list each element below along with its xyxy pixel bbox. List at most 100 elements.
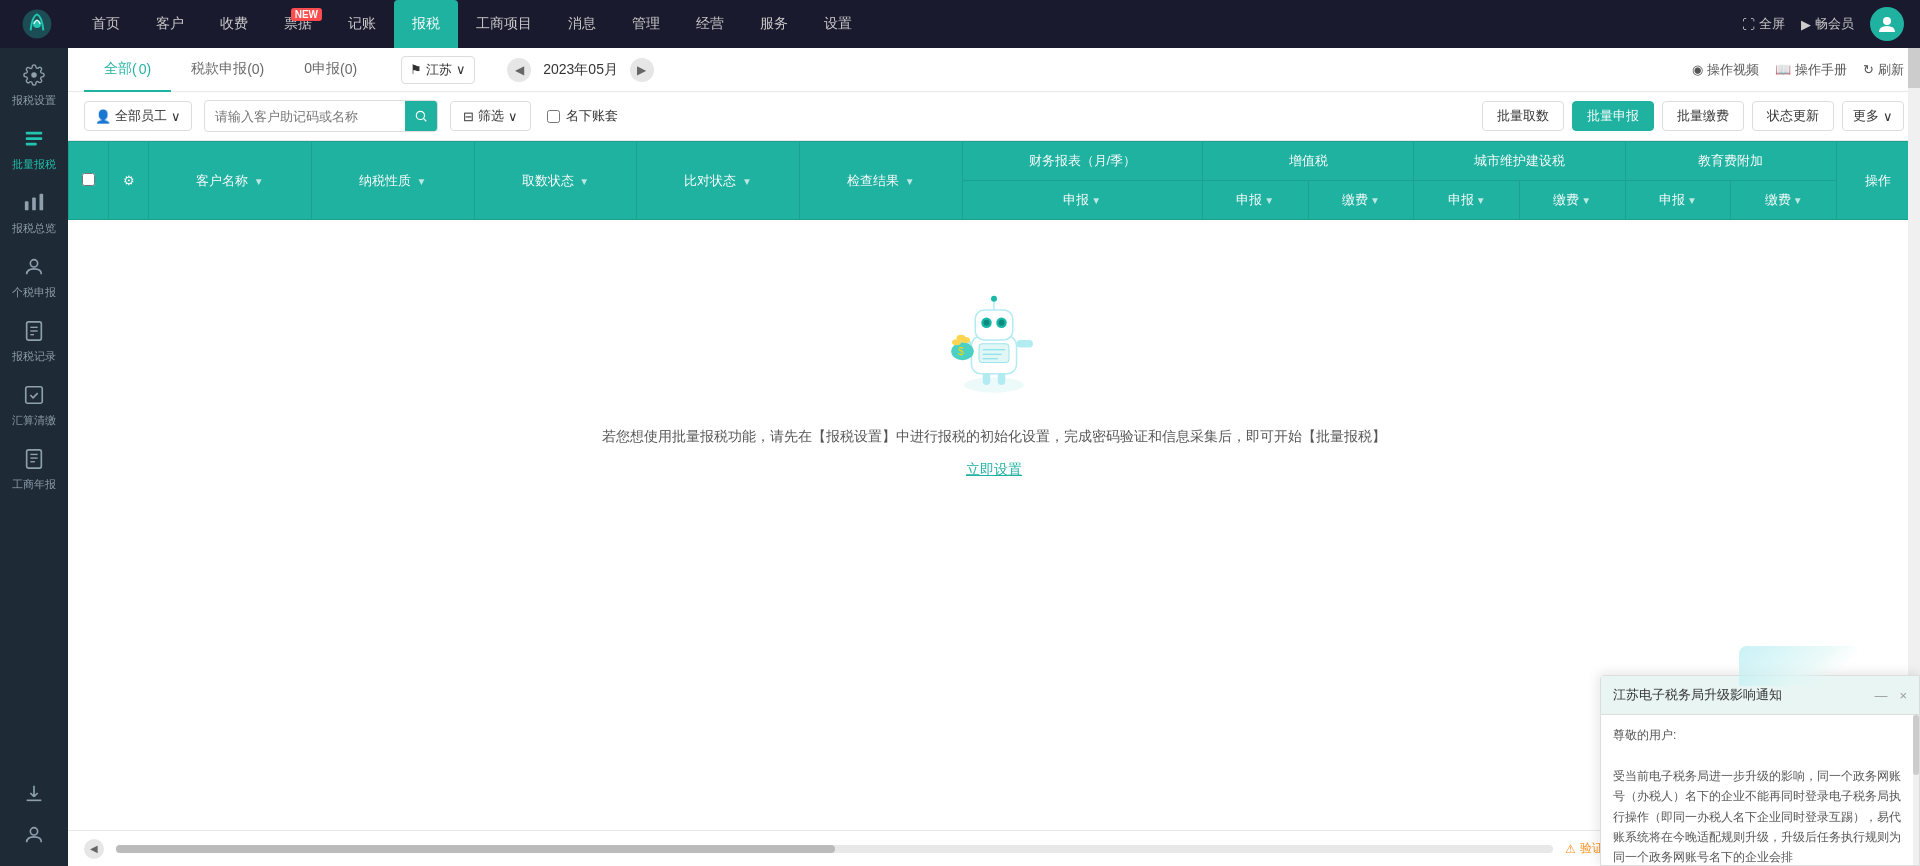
sidebar-label-tax-records: 报税记录 — [12, 349, 56, 364]
fullscreen-icon: ⛶ — [1742, 17, 1755, 32]
next-month-btn[interactable]: ▶ — [630, 58, 654, 82]
scroll-left-btn[interactable]: ◀ — [84, 839, 104, 859]
notif-scrollbar-thumb — [1913, 715, 1919, 775]
sidebar-item-annual-report[interactable]: 工商年报 — [4, 440, 64, 500]
select-all-checkbox[interactable] — [82, 173, 95, 186]
region-selector[interactable]: ⚑ 江苏 ∨ — [401, 56, 475, 84]
region-selector-area: ⚑ 江苏 ∨ — [401, 56, 475, 84]
filter-icon: ⊟ — [463, 109, 474, 124]
nav-billing[interactable]: 收费 — [202, 0, 266, 48]
header-vat: 增值税 — [1202, 142, 1413, 181]
nav-home[interactable]: 首页 — [74, 0, 138, 48]
nav-business[interactable]: 工商项目 — [458, 0, 550, 48]
tab-zero-declare[interactable]: 0申报(0) — [284, 48, 377, 92]
client-name-sort-icon: ▼ — [254, 176, 264, 187]
header-financial-declare: 申报▼ — [962, 181, 1202, 220]
header-fetch-status: 取数状态 ▼ — [474, 142, 637, 220]
batch-declare-btn[interactable]: 批量申报 — [1572, 101, 1654, 131]
status-update-btn[interactable]: 状态更新 — [1752, 101, 1834, 131]
batch-fetch-btn[interactable]: 批量取数 — [1482, 101, 1564, 131]
empty-state-row: $ — [69, 220, 1920, 540]
checkbox-text: 名下账套 — [566, 107, 618, 125]
header-city-pay: 缴费▼ — [1519, 181, 1625, 220]
nav-manage[interactable]: 管理 — [614, 0, 678, 48]
notif-close-btn[interactable]: × — [1899, 688, 1907, 703]
nav-service[interactable]: 服务 — [742, 0, 806, 48]
svg-rect-27 — [975, 310, 1013, 340]
header-settings[interactable]: ⚙ — [109, 142, 149, 220]
sidebar-item-personal-tax[interactable]: 个税申报 — [4, 248, 64, 308]
tabs-bar: 全部(0) 税款申报(0) 0申报(0) ⚑ 江苏 ∨ ◀ 2023年05月 ▶ — [68, 48, 1920, 92]
svg-rect-6 — [25, 201, 29, 210]
edu-pay-sort-icon: ▼ — [1793, 195, 1803, 206]
header-client-name: 客户名称 ▼ — [149, 142, 312, 220]
month-label: 2023年05月 — [543, 61, 618, 79]
svg-point-20 — [416, 111, 424, 119]
search-input[interactable] — [205, 104, 405, 129]
refresh-btn[interactable]: ↻ 刷新 — [1863, 61, 1904, 79]
nav-tax[interactable]: 报税 — [394, 0, 458, 48]
sidebar-label-annual-tax: 汇算清缴 — [12, 413, 56, 428]
sidebar-item-tax-overview[interactable]: 报税总览 — [4, 184, 64, 244]
vip-icon: ▶ — [1801, 17, 1811, 32]
nav-customer[interactable]: 客户 — [138, 0, 202, 48]
settings-icon: ⚙ — [123, 173, 135, 188]
tab-tax-declare[interactable]: 税款申报(0) — [171, 48, 284, 92]
search-button[interactable] — [405, 101, 437, 131]
video-btn[interactable]: ◉ 操作视频 — [1692, 61, 1759, 79]
notif-minimize-btn[interactable]: — — [1874, 688, 1887, 703]
more-chevron-icon: ∨ — [1883, 109, 1893, 124]
tab-all[interactable]: 全部(0) — [84, 48, 171, 92]
user-avatar[interactable] — [1870, 7, 1904, 41]
vip-btn[interactable]: ▶ 畅会员 — [1801, 15, 1854, 33]
filter-bar: 👤 全部员工 ∨ ⊟ 筛选 ∨ 名下账套 — [68, 92, 1920, 141]
svg-rect-39 — [979, 344, 1009, 363]
scrollbar-thumb — [116, 845, 835, 853]
fullscreen-label: 全屏 — [1759, 15, 1785, 33]
notification-panel: 江苏电子税务局升级影响通知 — × 尊敬的用户: 受当前电子税务局进一步升级的影… — [1600, 675, 1920, 866]
horizontal-scrollbar[interactable] — [116, 845, 1553, 853]
nav-invoice[interactable]: 票据 NEW — [266, 0, 330, 48]
notification-title: 江苏电子税务局升级影响通知 — [1613, 686, 1782, 704]
header-check-result: 检查结果 ▼ — [800, 142, 963, 220]
prev-month-btn[interactable]: ◀ — [507, 58, 531, 82]
top-nav-right: ⛶ 全屏 ▶ 畅会员 — [1742, 7, 1904, 41]
app-logo[interactable] — [16, 3, 58, 45]
sidebar: 报税设置 批量报税 报税总览 — [0, 48, 68, 866]
checkbox-label[interactable]: 名下账套 — [547, 107, 618, 125]
more-btn[interactable]: 更多 ∨ — [1842, 101, 1904, 131]
nav-accounting[interactable]: 记账 — [330, 0, 394, 48]
header-checkbox[interactable] — [69, 142, 109, 220]
svg-point-2 — [1883, 17, 1891, 25]
nav-message[interactable]: 消息 — [550, 0, 614, 48]
sidebar-item-tax-settings[interactable]: 报税设置 — [4, 56, 64, 116]
manual-btn[interactable]: 📖 操作手册 — [1775, 61, 1847, 79]
employee-select[interactable]: 👤 全部员工 ∨ — [84, 101, 192, 131]
sidebar-item-annual-tax[interactable]: 汇算清缴 — [4, 376, 64, 436]
sidebar-item-batch-tax[interactable]: 批量报税 — [4, 120, 64, 180]
video-icon: ◉ — [1692, 62, 1703, 77]
header-vat-pay: 缴费▼ — [1308, 181, 1414, 220]
header-vat-declare: 申报▼ — [1202, 181, 1308, 220]
sidebar-label-annual-report: 工商年报 — [12, 477, 56, 492]
notif-scrollbar[interactable] — [1913, 715, 1919, 865]
svg-text:$: $ — [958, 345, 964, 357]
sidebar-user[interactable] — [4, 816, 64, 854]
filter-button[interactable]: ⊟ 筛选 ∨ — [450, 101, 531, 131]
filter-label: 筛选 — [478, 107, 504, 125]
nav-operation[interactable]: 经营 — [678, 0, 742, 48]
sidebar-label-batch-tax: 批量报税 — [12, 157, 56, 172]
manual-label: 操作手册 — [1795, 61, 1847, 79]
fullscreen-btn[interactable]: ⛶ 全屏 — [1742, 15, 1785, 33]
batch-pay-btn[interactable]: 批量缴费 — [1662, 101, 1744, 131]
notif-controls: — × — [1874, 688, 1907, 703]
city-declare-sort-icon: ▼ — [1476, 195, 1486, 206]
batch-tax-icon — [23, 128, 45, 153]
setup-link[interactable]: 立即设置 — [966, 461, 1022, 479]
svg-point-21 — [964, 378, 1024, 393]
header-financial: 财务报表（月/季） — [962, 142, 1202, 181]
sidebar-item-tax-records[interactable]: 报税记录 — [4, 312, 64, 372]
account-checkbox[interactable] — [547, 110, 560, 123]
sidebar-download[interactable] — [4, 774, 64, 812]
nav-settings[interactable]: 设置 — [806, 0, 870, 48]
